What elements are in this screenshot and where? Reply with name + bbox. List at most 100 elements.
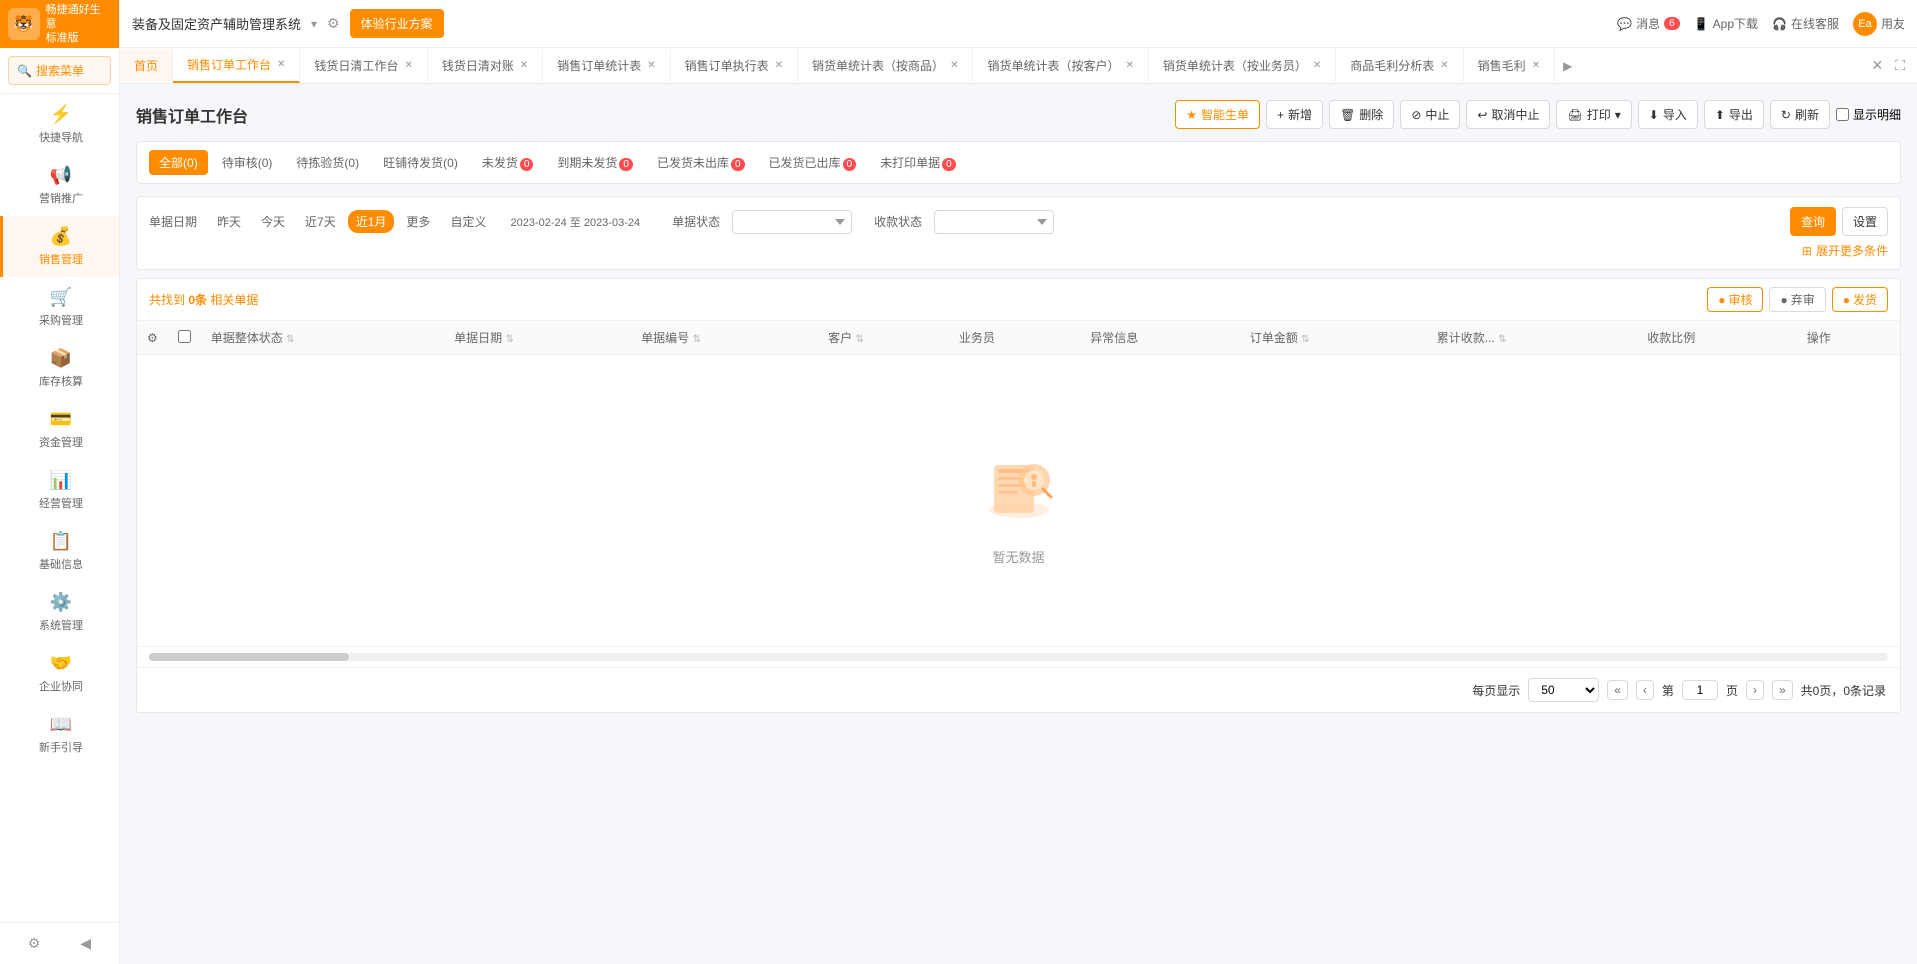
subtab-all[interactable]: 全部(0)	[149, 150, 208, 175]
tab-sales-revenue-close[interactable]: ✕	[1532, 60, 1540, 71]
sidebar-item-guide[interactable]: 📖 新手引导	[0, 704, 119, 765]
tab-cash-reconcile[interactable]: 钱货日清对账 ✕	[428, 49, 543, 82]
subtab-not-shipped[interactable]: 未发货0	[472, 150, 544, 175]
tab-margin-analysis[interactable]: 商品毛利分析表 ✕	[1336, 49, 1463, 82]
col-header-customer[interactable]: 客户 ⇅	[818, 321, 949, 355]
subtab-wangpu-pending[interactable]: 旺铺待发货(0)	[373, 150, 468, 175]
import-button[interactable]: ⬇ 导入	[1638, 100, 1698, 129]
sidebar-item-marketing[interactable]: 📢 营销推广	[0, 155, 119, 216]
filter-settings-button[interactable]: 设置	[1842, 207, 1888, 236]
date-btn-yesterday[interactable]: 昨天	[209, 210, 249, 233]
add-button[interactable]: + 新增	[1266, 100, 1323, 129]
tab-margin-analysis-close[interactable]: ✕	[1440, 60, 1448, 71]
show-detail-checkbox[interactable]	[1836, 108, 1849, 121]
page-size-select[interactable]: 50 10 20 100	[1528, 678, 1599, 702]
message-button[interactable]: 💬 消息 6	[1617, 15, 1680, 32]
tab-home[interactable]: 首页	[120, 49, 173, 82]
user-menu[interactable]: Ea 用友	[1853, 12, 1905, 36]
sidebar-item-operation[interactable]: 📊 经营管理	[0, 460, 119, 521]
date-btn-today[interactable]: 今天	[253, 210, 293, 233]
smart-create-button[interactable]: ★ 智能生单	[1175, 100, 1260, 129]
delete-button[interactable]: 🗑 删除	[1329, 100, 1394, 129]
tab-sales-revenue[interactable]: 销售毛利 ✕	[1464, 49, 1555, 82]
page-number-input[interactable]	[1682, 680, 1718, 700]
sidebar-item-cooperation[interactable]: 🤝 企业协同	[0, 643, 119, 704]
tab-sales-order-close[interactable]: ✕	[277, 59, 285, 70]
col-header-amount[interactable]: 订单金额 ⇅	[1240, 321, 1427, 355]
sidebar-item-quick-nav[interactable]: ⚡ 快捷导航	[0, 94, 119, 155]
tab-sales-by-product[interactable]: 销货单统计表（按商品） ✕	[798, 49, 973, 82]
select-all-checkbox[interactable]	[178, 330, 191, 343]
sidebar-item-finance[interactable]: 💳 资金管理	[0, 399, 119, 460]
sidebar-item-sales[interactable]: 💰 销售管理	[0, 216, 119, 277]
last-page-button[interactable]: »	[1772, 680, 1793, 700]
prev-page-button[interactable]: ‹	[1636, 680, 1654, 700]
date-btn-more[interactable]: 更多	[398, 210, 438, 233]
tab-sales-exec-close[interactable]: ✕	[775, 60, 783, 71]
filter-date-range: 2023-02-24 至 2023-03-24	[510, 214, 640, 230]
subtab-shipped-not-stocked[interactable]: 已发货未出库0	[647, 150, 755, 175]
stop-button[interactable]: ⊘ 中止	[1400, 100, 1460, 129]
sidebar-item-system[interactable]: ⚙️ 系统管理	[0, 582, 119, 643]
online-service-button[interactable]: 🎧 在线客服	[1772, 15, 1839, 32]
tab-sales-by-staff[interactable]: 销货单统计表（按业务员） ✕	[1149, 49, 1336, 82]
tab-cash-daily[interactable]: 钱货日清工作台 ✕	[300, 49, 427, 82]
date-btn-1month[interactable]: 近1月	[348, 210, 395, 233]
subtab-pending-review[interactable]: 待审核(0)	[212, 150, 283, 175]
tab-sales-by-customer[interactable]: 销货单统计表（按客户） ✕	[973, 49, 1148, 82]
scrollbar-thumb[interactable]	[149, 653, 349, 661]
tab-close-all-button[interactable]: ✕	[1867, 53, 1887, 78]
sidebar-item-purchase[interactable]: 🛒 采购管理	[0, 277, 119, 338]
cancel-stop-button[interactable]: ↩ 取消中止	[1466, 100, 1550, 129]
batch-audit-button[interactable]: ● 审核	[1707, 287, 1763, 312]
horizontal-scrollbar[interactable]	[149, 653, 1888, 661]
subtab-shipped-stocked[interactable]: 已发货已出库0	[759, 150, 867, 175]
show-detail-toggle[interactable]: 显示明细	[1836, 106, 1901, 123]
table-toolbar: 共找到 0条 相关单据 ● 审核 ● 弃审	[137, 279, 1900, 321]
sidebar-item-basic-info[interactable]: 📋 基础信息	[0, 521, 119, 582]
app-download-button[interactable]: 📱 App下载	[1694, 15, 1758, 32]
col-header-collected[interactable]: 累计收款... ⇅	[1427, 321, 1637, 355]
next-page-button[interactable]: ›	[1746, 680, 1764, 700]
col-header-ratio: 收款比例	[1637, 321, 1797, 355]
status-filter-select[interactable]	[732, 210, 852, 234]
refresh-button[interactable]: ↻ 刷新	[1770, 100, 1830, 129]
tab-fullscreen-button[interactable]: ⛶	[1891, 53, 1909, 78]
tab-sales-by-staff-close[interactable]: ✕	[1313, 60, 1321, 71]
sort-number-icon: ⇅	[692, 334, 700, 345]
settings-gear-icon[interactable]: ⚙	[327, 15, 340, 32]
tab-sales-order[interactable]: 销售订单工作台 ✕	[173, 48, 300, 83]
tab-sales-by-product-close[interactable]: ✕	[950, 60, 958, 71]
sidebar-settings-button[interactable]: ⚙	[24, 931, 45, 956]
col-header-date[interactable]: 单据日期 ⇅	[444, 321, 631, 355]
tab-cash-reconcile-close[interactable]: ✕	[520, 60, 528, 71]
tab-cash-daily-close[interactable]: ✕	[404, 60, 412, 71]
batch-deliver-button[interactable]: ● 发货	[1832, 287, 1888, 312]
tabbar-more-button[interactable]: ▶	[1555, 51, 1580, 81]
print-button[interactable]: 🖨 打印 ▾	[1556, 100, 1631, 129]
subtab-overdue-not-shipped[interactable]: 到期未发货0	[547, 150, 643, 175]
first-page-button[interactable]: «	[1607, 680, 1628, 700]
column-settings[interactable]: ⚙	[137, 321, 168, 355]
date-btn-7days[interactable]: 近7天	[297, 210, 344, 233]
tab-sales-stat-close[interactable]: ✕	[647, 60, 655, 71]
tab-sales-exec[interactable]: 销售订单执行表 ✕	[671, 49, 798, 82]
col-header-number[interactable]: 单据编号 ⇅	[631, 321, 818, 355]
col-header-status[interactable]: 单据整体状态 ⇅	[201, 321, 444, 355]
sidebar-collapse-button[interactable]: ◀	[76, 931, 95, 956]
tab-sales-stat[interactable]: 销售订单统计表 ✕	[543, 49, 670, 82]
sidebar-item-inventory[interactable]: 📦 库存核算	[0, 338, 119, 399]
search-menu-button[interactable]: 🔍 搜索菜单	[8, 56, 111, 85]
payment-status-filter-select[interactable]	[934, 210, 1054, 234]
industry-solution-button[interactable]: 体验行业方案	[350, 9, 444, 38]
batch-abandon-button[interactable]: ● 弃审	[1769, 287, 1825, 312]
expand-filter-button[interactable]: ⊞ 展开更多条件	[1802, 242, 1888, 259]
empty-text: 暂无数据	[992, 547, 1044, 566]
subtab-not-printed[interactable]: 未打印单据0	[870, 150, 966, 175]
subtab-pending-check[interactable]: 待拣验货(0)	[286, 150, 369, 175]
query-button[interactable]: 查询	[1790, 207, 1836, 236]
date-btn-custom[interactable]: 自定义	[442, 210, 494, 233]
export-button[interactable]: ⬆ 导出	[1704, 100, 1764, 129]
select-all-header[interactable]	[168, 321, 201, 355]
tab-sales-by-customer-close[interactable]: ✕	[1125, 60, 1133, 71]
